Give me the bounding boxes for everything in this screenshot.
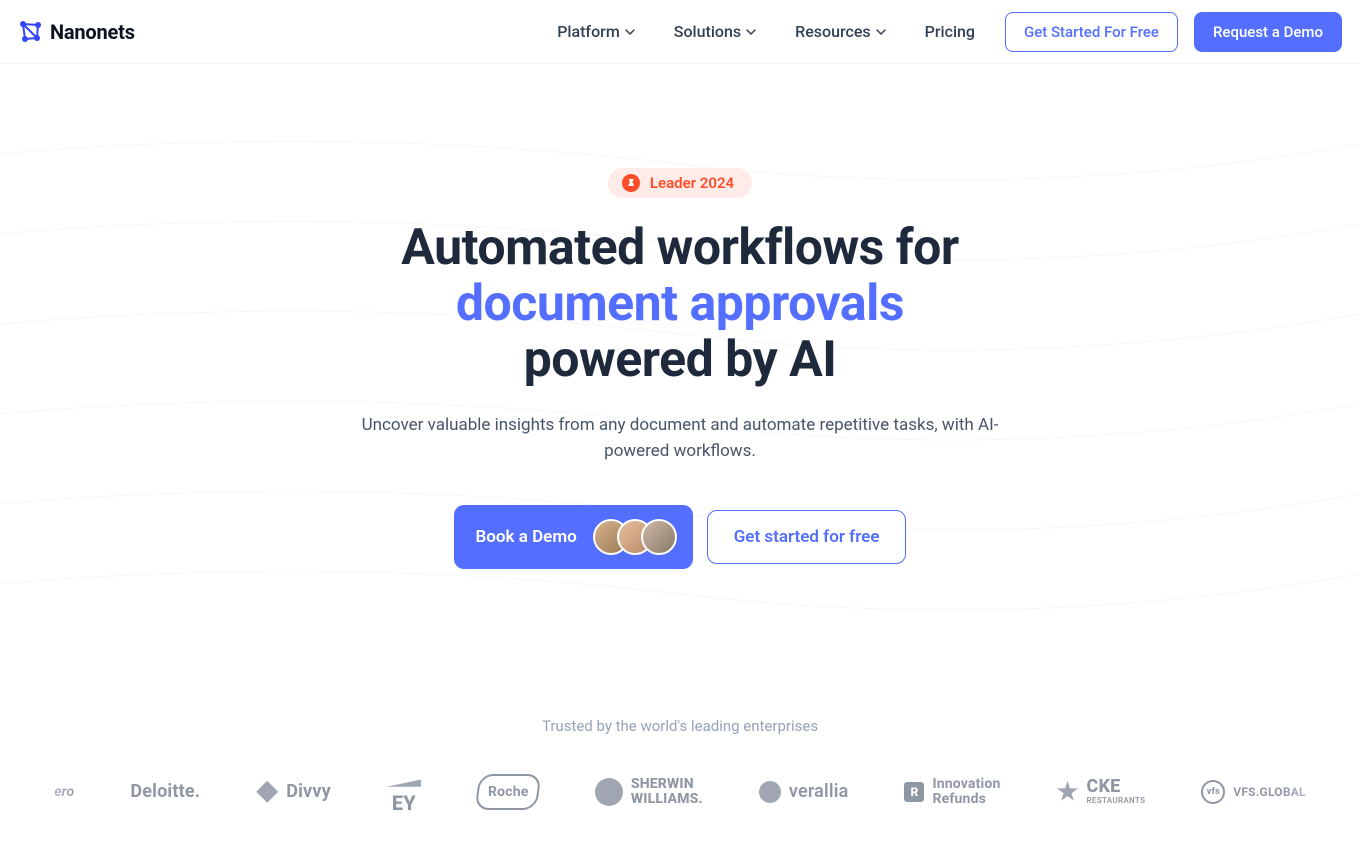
nav-item-label: Resources: [795, 22, 871, 41]
request-demo-button[interactable]: Request a Demo: [1194, 12, 1342, 52]
hero-title-accent: document approvals: [456, 275, 904, 333]
nav-item-label: Solutions: [674, 22, 741, 41]
hero-title: Automated workflows for document approva…: [204, 220, 1156, 388]
company-name: Deloitte.: [130, 781, 200, 802]
hero-title-line3: powered by AI: [524, 331, 837, 389]
nav-item-platform[interactable]: Platform: [557, 22, 636, 41]
company-mark-icon: Roche: [474, 774, 541, 810]
hero-title-line1: Automated workflows for: [401, 219, 958, 277]
company-logo-ey: EY: [387, 769, 421, 815]
logo-marquee: ero Deloitte. Divvy EY Roche Sherwin: [0, 735, 1360, 815]
company-mark-icon: [1057, 781, 1079, 803]
company-name: VFS.GLOBAL: [1233, 785, 1305, 799]
nav-item-pricing[interactable]: Pricing: [925, 22, 975, 41]
company-mark-icon: [595, 778, 623, 806]
trusted-section: Trusted by the world's leading enterpris…: [0, 717, 1360, 815]
company-logo-innovation-refunds: R Innovation Refunds: [904, 777, 1000, 806]
trusted-title: Trusted by the world's leading enterpris…: [0, 717, 1360, 735]
company-logo-sherwin-williams: Sherwin Williams.: [595, 777, 703, 806]
company-name: ero: [54, 784, 74, 800]
chevron-down-icon: [624, 26, 636, 38]
g2-icon: [622, 174, 640, 192]
book-demo-button[interactable]: Book a Demo: [454, 505, 693, 569]
company-name: Divvy: [286, 781, 331, 802]
nav-item-label: Platform: [557, 22, 620, 41]
hero: Leader 2024 Automated workflows for docu…: [0, 64, 1360, 569]
nav-item-label: Pricing: [925, 22, 975, 41]
brand-logo[interactable]: Nanonets: [18, 19, 135, 45]
logo-row: ero Deloitte. Divvy EY Roche Sherwin: [0, 769, 1360, 815]
company-logo-deloitte: Deloitte.: [130, 781, 200, 802]
company-logo-verallia: verallia: [759, 781, 849, 803]
company-logo-ero: ero: [54, 784, 74, 800]
company-logo-vfs-global: vfs VFS.GLOBAL: [1201, 780, 1305, 804]
nav-right: Platform Solutions Resources Pricing: [557, 12, 1342, 52]
company-mark-icon: [759, 781, 781, 803]
company-logo-cke: CKE RESTAURANTS: [1057, 778, 1146, 805]
company-mark-icon: vfs: [1201, 780, 1225, 804]
brand-name: Nanonets: [50, 20, 135, 44]
company-name-stack: Innovation Refunds: [932, 777, 1000, 806]
company-mark-icon: [387, 769, 421, 787]
company-name: EY: [392, 791, 416, 815]
nav-links: Platform Solutions Resources Pricing: [557, 22, 975, 41]
hero-cta-row: Book a Demo Get started for free: [204, 505, 1156, 569]
company-logo-divvy: Divvy: [256, 781, 331, 803]
brand-mark-icon: [18, 19, 44, 45]
company-logo-roche: Roche: [477, 774, 539, 810]
get-started-free-button[interactable]: Get Started For Free: [1005, 12, 1178, 52]
nav-item-solutions[interactable]: Solutions: [674, 22, 757, 41]
navbar: Nanonets Platform Solutions Resources: [0, 0, 1360, 64]
company-mark-icon: R: [904, 782, 924, 802]
company-mark-icon: [256, 781, 278, 803]
avatar: [641, 519, 677, 555]
get-started-free-hero-button[interactable]: Get started for free: [707, 510, 907, 564]
g2-leader-badge: Leader 2024: [608, 168, 752, 198]
hero-subtitle: Uncover valuable insights from any docum…: [340, 412, 1020, 465]
nav-item-resources[interactable]: Resources: [795, 22, 887, 41]
company-name-stack: Sherwin Williams.: [631, 777, 703, 806]
avatar-stack: [593, 519, 677, 555]
book-demo-label: Book a Demo: [476, 527, 577, 547]
badge-text: Leader 2024: [650, 174, 734, 192]
chevron-down-icon: [745, 26, 757, 38]
chevron-down-icon: [875, 26, 887, 38]
nav-ctas: Get Started For Free Request a Demo: [1005, 12, 1342, 52]
company-name: Roche: [488, 784, 528, 800]
company-name: verallia: [789, 781, 849, 802]
company-name-stack: CKE RESTAURANTS: [1087, 778, 1146, 805]
